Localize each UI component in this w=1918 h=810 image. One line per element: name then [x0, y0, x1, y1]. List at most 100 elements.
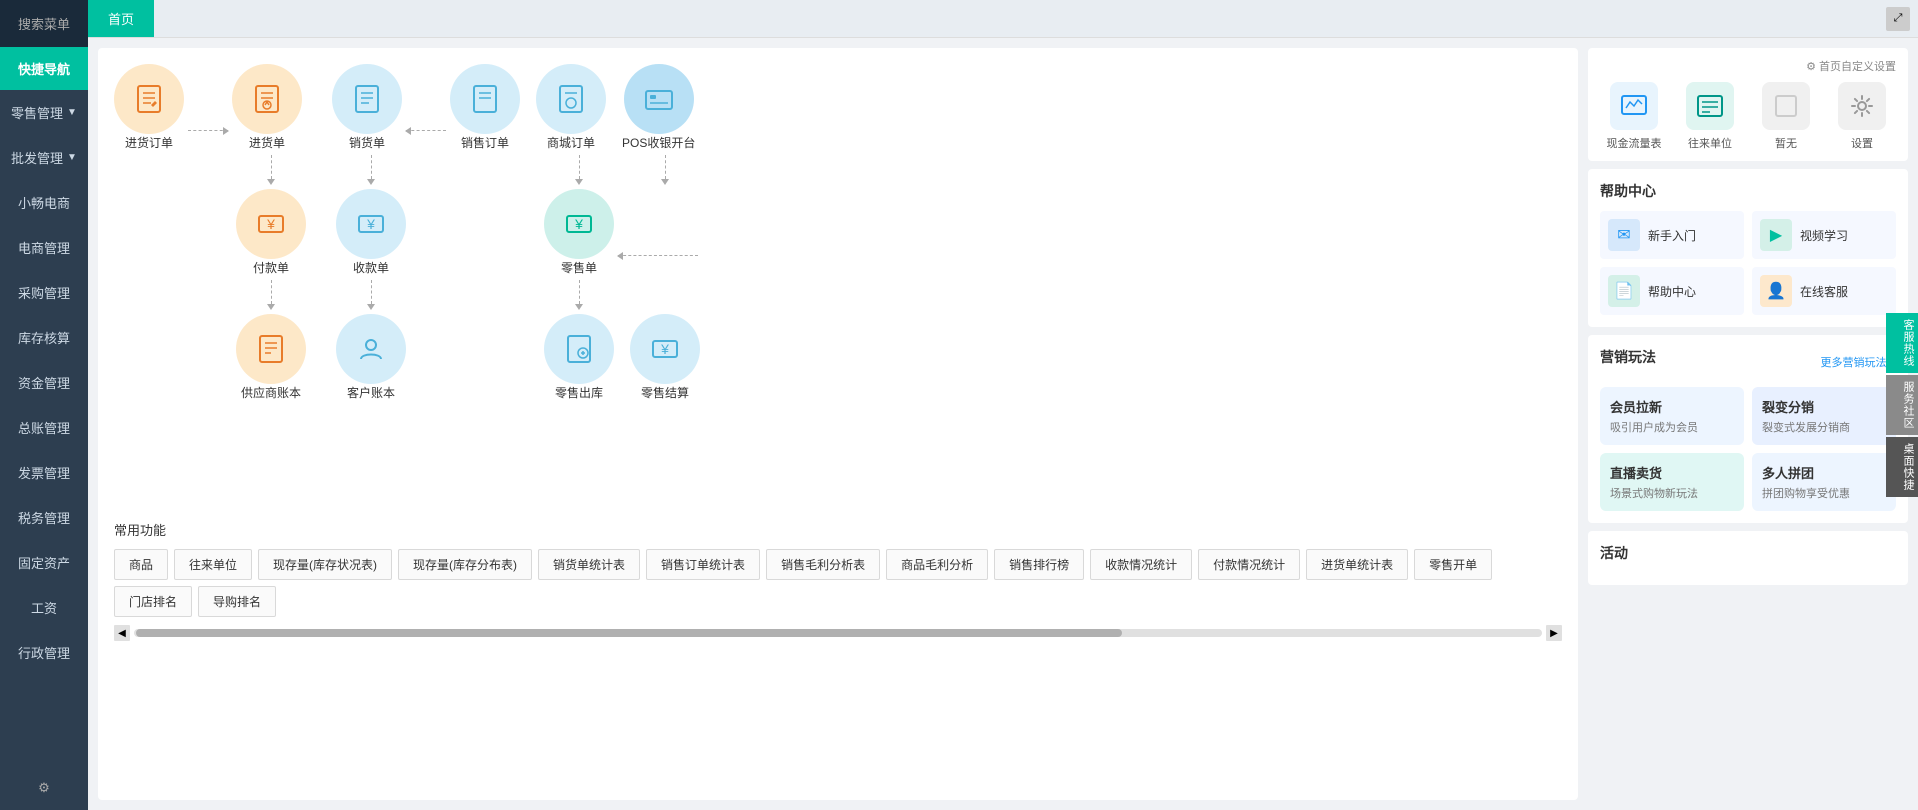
help-icon: 📄 [1608, 275, 1640, 307]
v-arrow-shangcheng [575, 155, 583, 185]
marketing-section: 营销玩法 更多营销玩法 > 会员拉新 吸引用户成为会员 裂变分销 裂变式发展分销… [1588, 335, 1908, 523]
sidebar-item-wholesale[interactable]: 批发管理▼ [0, 135, 88, 180]
right-panel: ⚙ 首页自定义设置 现金流量表 往来单位 [1588, 48, 1908, 800]
help-center-title: 帮助中心 [1600, 181, 1896, 201]
quick-icon-settings[interactable]: 设置 [1828, 82, 1896, 151]
float-desktop[interactable]: 桌面快捷 [1886, 437, 1918, 497]
sidebar-item-finance[interactable]: 资金管理 [0, 360, 88, 405]
tab-expand-btn[interactable]: ⤢ [1886, 7, 1910, 31]
scroll-track[interactable] [134, 629, 1542, 637]
partner-icon-box [1686, 82, 1734, 130]
sidebar-item-assets[interactable]: 固定资产 [0, 540, 88, 585]
func-btn-profit2[interactable]: 商品毛利分析 [886, 549, 988, 580]
node-shangcheng-dingdan[interactable]: 商城订单 [536, 64, 606, 151]
marketing-item-fission[interactable]: 裂变分销 裂变式发展分销商 [1752, 387, 1896, 445]
v-arrow-lingshou1 [575, 280, 583, 310]
arrow-xiaoshou-to-xiaohuo [406, 130, 446, 131]
scroll-left-btn[interactable]: ◀ [114, 625, 130, 641]
node-fukuandan[interactable]: ¥ 付款单 [236, 189, 306, 276]
help-item-video[interactable]: ▶ 视频学习 [1752, 211, 1896, 259]
content-area: 进货订单 进货单 [88, 38, 1918, 810]
func-btn-rank[interactable]: 销售排行榜 [994, 549, 1084, 580]
quick-icons-header: ⚙ 首页自定义设置 [1600, 58, 1896, 74]
func-btn-receipt-stat[interactable]: 收款情况统计 [1090, 549, 1192, 580]
quick-icon-none[interactable]: 暂无 [1752, 82, 1820, 151]
help-item-service[interactable]: 👤 在线客服 [1752, 267, 1896, 315]
v-arrow-shoukuan [367, 280, 375, 310]
marketing-item-live[interactable]: 直播卖货 场景式购物新玩法 [1600, 453, 1744, 511]
left-panel: 进货订单 进货单 [98, 48, 1578, 800]
customize-btn[interactable]: ⚙ 首页自定义设置 [1806, 58, 1896, 74]
v-arrow-xiaohuo [367, 155, 375, 185]
fission-desc: 裂变式发展分销商 [1762, 419, 1886, 435]
func-btn-retail-order[interactable]: 零售开单 [1414, 549, 1492, 580]
group-desc: 拼团购物享受优惠 [1762, 485, 1886, 501]
video-label: 视频学习 [1800, 227, 1848, 244]
sidebar-item-wages[interactable]: 工资 [0, 585, 88, 630]
node-gongyingshang[interactable]: 供应商账本 [236, 314, 306, 401]
func-btn-purchase-stat[interactable]: 进货单统计表 [1306, 549, 1408, 580]
help-item-beginner[interactable]: ✉ 新手入门 [1600, 211, 1744, 259]
sidebar-search[interactable]: 搜索菜单 [0, 0, 88, 47]
tab-home[interactable]: 首页 [88, 0, 154, 37]
node-jinhuodingdan[interactable]: 进货订单 [114, 64, 184, 151]
node-xiaoshou-dingdan[interactable]: 销售订单 [450, 64, 520, 151]
quick-icon-partner[interactable]: 往来单位 [1676, 82, 1744, 151]
func-btn-partner[interactable]: 往来单位 [174, 549, 252, 580]
svg-text:¥: ¥ [574, 216, 583, 232]
help-label: 帮助中心 [1648, 283, 1696, 300]
func-btn-guide-rank[interactable]: 导购排名 [198, 586, 276, 617]
sidebar-item-admin[interactable]: 行政管理 [0, 630, 88, 675]
sidebar-item-ledger[interactable]: 总账管理 [0, 405, 88, 450]
marketing-header: 营销玩法 更多营销玩法 > [1600, 347, 1896, 377]
float-community[interactable]: 服务社区 [1886, 375, 1918, 435]
svg-text:¥: ¥ [366, 216, 375, 232]
node-lingshou-chuku[interactable]: 零售出库 [544, 314, 614, 401]
member-title: 会员拉新 [1610, 397, 1734, 416]
func-btn-stock2[interactable]: 现存量(库存分布表) [398, 549, 532, 580]
func-btn-stock1[interactable]: 现存量(库存状况表) [258, 549, 392, 580]
more-marketing-link[interactable]: 更多营销玩法 > [1821, 354, 1896, 370]
node-kehu[interactable]: 客户账本 [336, 314, 406, 401]
node-lingshoudan[interactable]: ¥ 零售单 [544, 189, 614, 276]
node-shoukuandan[interactable]: ¥ 收款单 [336, 189, 406, 276]
live-title: 直播卖货 [1610, 463, 1734, 482]
sidebar-item-tax[interactable]: 税务管理 [0, 495, 88, 540]
sidebar-settings-btn[interactable]: ⚙ [0, 766, 88, 810]
func-grid: 商品 往来单位 现存量(库存状况表) 现存量(库存分布表) 销货单统计表 销售订… [114, 549, 1562, 617]
func-btn-goods[interactable]: 商品 [114, 549, 168, 580]
help-item-help[interactable]: 📄 帮助中心 [1600, 267, 1744, 315]
quick-icon-cashflow[interactable]: 现金流量表 [1600, 82, 1668, 151]
v-arrow-fukuan [267, 280, 275, 310]
node-xiaohuo[interactable]: 销货单 [332, 64, 402, 151]
sidebar-item-purchase[interactable]: 采购管理 [0, 270, 88, 315]
node-lingshou-jiesuan[interactable]: ¥ 零售结算 [630, 314, 700, 401]
node-jinhuodan[interactable]: 进货单 [232, 64, 302, 151]
sidebar-nav-header[interactable]: 快捷导航 [0, 47, 88, 90]
node-pos[interactable]: POS收银开台 [622, 64, 695, 151]
svg-text:¥: ¥ [266, 216, 275, 232]
scroll-right-btn[interactable]: ▶ [1546, 625, 1562, 641]
func-btn-profit1[interactable]: 销售毛利分析表 [766, 549, 880, 580]
quick-icons-grid: 现金流量表 往来单位 暂无 [1600, 82, 1896, 151]
sidebar-item-inventory[interactable]: 库存核算 [0, 315, 88, 360]
partner-label: 往来单位 [1688, 135, 1732, 151]
marketing-item-group[interactable]: 多人拼团 拼团购物享受优惠 [1752, 453, 1896, 511]
settings-label: 设置 [1851, 135, 1873, 151]
sidebar-item-ecommerce[interactable]: 电商管理 [0, 225, 88, 270]
sidebar-item-retail[interactable]: 零售管理▼ [0, 90, 88, 135]
func-btn-store-rank[interactable]: 门店排名 [114, 586, 192, 617]
arrow-pos-lingshou [618, 255, 698, 256]
marketing-item-member[interactable]: 会员拉新 吸引用户成为会员 [1600, 387, 1744, 445]
sidebar-item-invoice[interactable]: 发票管理 [0, 450, 88, 495]
scrollbar[interactable]: ◀ ▶ [114, 625, 1562, 641]
marketing-grid: 会员拉新 吸引用户成为会员 裂变分销 裂变式发展分销商 直播卖货 场景式购物新玩… [1600, 387, 1896, 511]
func-btn-payment-stat[interactable]: 付款情况统计 [1198, 549, 1300, 580]
func-btn-sales-stat[interactable]: 销货单统计表 [538, 549, 640, 580]
func-btn-order-stat[interactable]: 销售订单统计表 [646, 549, 760, 580]
help-center-section: 帮助中心 ✉ 新手入门 ▶ 视频学习 📄 帮助中心 👤 [1588, 169, 1908, 327]
v-arrow-pos [661, 155, 669, 185]
v-arrow-jinhuodan [267, 155, 275, 185]
sidebar-item-xiaochang[interactable]: 小畅电商 [0, 180, 88, 225]
float-customer-service[interactable]: 客服热线 [1886, 313, 1918, 373]
